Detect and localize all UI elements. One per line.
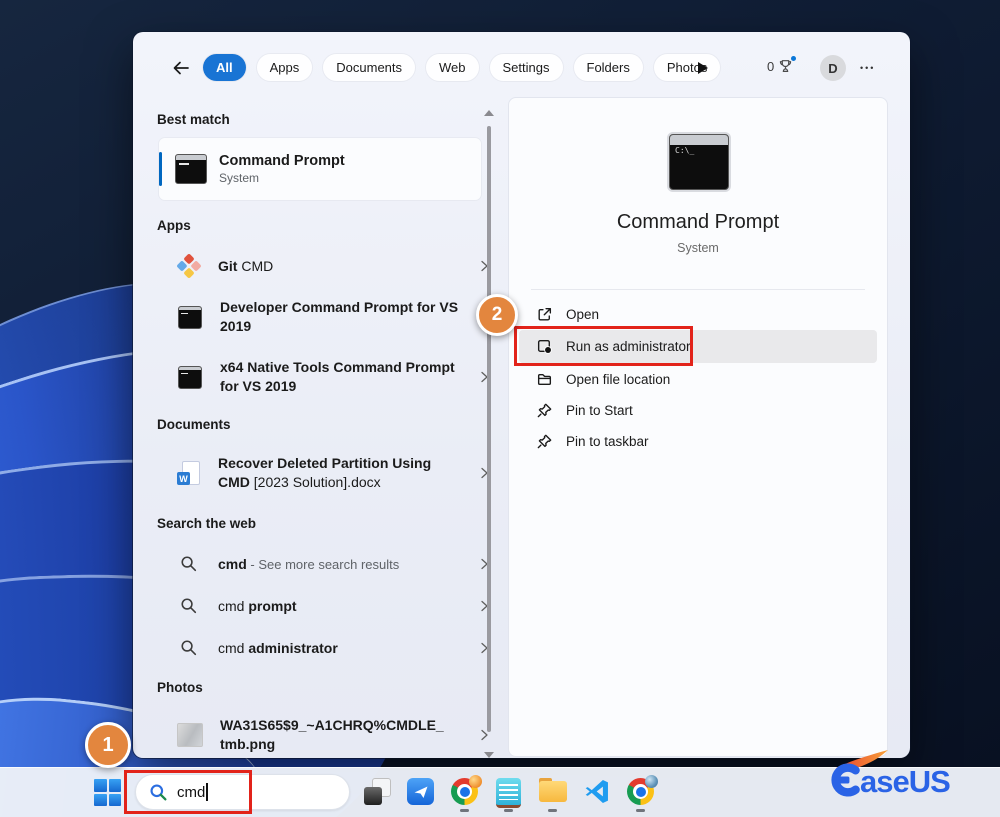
annotation-step-1: 1 — [85, 722, 131, 768]
more-options-icon[interactable]: ••• — [860, 56, 875, 80]
more-tabs-arrow-icon[interactable] — [698, 62, 708, 74]
scrollbar-down-arrow[interactable] — [484, 752, 494, 758]
tab-folders[interactable]: Folders — [573, 54, 643, 81]
git-icon — [176, 253, 202, 279]
easeus-c-mark — [831, 763, 860, 797]
pin-icon — [537, 403, 552, 418]
search-icon — [181, 640, 197, 656]
annotation-box-search-field — [124, 770, 252, 814]
result-title: Git — [218, 257, 238, 274]
section-header-best-match: Best match — [157, 112, 230, 127]
notification-dot — [791, 56, 797, 61]
result-web-cmd-administrator[interactable]: cmd administrator — [159, 630, 488, 666]
result-title-rest: [2023 Solution].docx — [249, 474, 381, 490]
taskbar-app-file-explorer[interactable] — [539, 778, 567, 812]
action-label: Pin to taskbar — [566, 434, 649, 449]
section-header-documents: Documents — [157, 417, 231, 432]
divider — [531, 289, 865, 290]
annotation-step-2: 2 — [476, 294, 518, 336]
taskbar-app-chrome-profile1[interactable] — [451, 775, 482, 812]
result-title: Command Prompt — [219, 153, 345, 169]
results-scrollbar[interactable] — [484, 108, 494, 760]
profile-badge — [645, 775, 658, 788]
easeus-wordmark: aseUS — [860, 764, 951, 799]
command-prompt-icon — [175, 154, 207, 184]
pin-icon — [537, 434, 552, 449]
search-filter-tabs: All Apps Documents Web Settings Folders … — [203, 54, 721, 81]
action-label: Open — [566, 307, 600, 322]
desktop: All Apps Documents Web Settings Folders … — [0, 0, 1000, 817]
result-title: tmb.png — [220, 736, 276, 752]
rewards-count: 0 — [767, 59, 775, 74]
result-recover-docx[interactable]: W Recover Deleted Partition Using CMD [2… — [159, 444, 488, 502]
action-label: Open file location — [566, 372, 671, 387]
section-header-apps: Apps — [157, 218, 191, 233]
start-button[interactable] — [94, 779, 121, 806]
search-icon — [181, 556, 197, 572]
result-title: x64 Native Tools Command Prompt for VS 2… — [220, 359, 455, 394]
windows-search-flyout: All Apps Documents Web Settings Folders … — [133, 32, 910, 758]
tab-apps[interactable]: Apps — [256, 54, 313, 81]
preview-app-type: System — [677, 241, 719, 255]
back-arrow-icon[interactable] — [169, 56, 193, 80]
preview-app-name: Command Prompt — [616, 211, 780, 233]
query-hint: - See more search results — [246, 556, 400, 572]
taskbar-app-vscode[interactable] — [584, 778, 612, 806]
result-best-match-command-prompt[interactable]: Command Prompt System — [159, 138, 481, 200]
user-avatar[interactable]: D — [820, 55, 846, 81]
result-web-cmd[interactable]: cmd - See more search results — [159, 546, 488, 582]
word-document-icon: W — [177, 461, 201, 485]
action-pin-to-taskbar[interactable]: Pin to taskbar — [519, 426, 877, 457]
action-open-file-location[interactable]: Open file location — [519, 364, 877, 395]
section-header-photos: Photos — [157, 680, 203, 695]
query-text: cmd — [218, 555, 247, 572]
command-prompt-icon — [178, 305, 202, 329]
query-text: administrator — [248, 639, 338, 656]
running-indicator — [460, 809, 469, 812]
result-git-cmd[interactable]: Git CMD — [159, 248, 488, 284]
running-indicator — [636, 809, 645, 812]
result-web-cmd-prompt[interactable]: cmd prompt — [159, 588, 488, 624]
result-title-rest: CMD — [237, 257, 274, 274]
open-external-icon — [538, 307, 552, 321]
photo-thumbnail — [177, 723, 203, 747]
command-prompt-icon — [178, 365, 202, 389]
taskbar-app-notepad[interactable] — [496, 778, 524, 812]
query-text: prompt — [248, 597, 297, 614]
folder-icon — [537, 374, 552, 385]
taskbar-app-chrome-profile2[interactable] — [627, 775, 658, 812]
result-subtitle: System — [219, 171, 260, 185]
section-header-search-the-web: Search the web — [157, 516, 257, 531]
result-title: WA31S65$9_~A1CHRQ%CMDLE_ — [220, 717, 444, 733]
result-x64-native-tools[interactable]: x64 Native Tools Command Prompt for VS 2… — [159, 350, 488, 404]
result-title: Developer Command Prompt for VS 2019 — [220, 299, 459, 334]
tab-documents[interactable]: Documents — [323, 54, 416, 81]
taskbar-app-mail-icon[interactable] — [407, 778, 434, 805]
task-view-button[interactable] — [363, 778, 391, 806]
tab-all[interactable]: All — [203, 54, 246, 81]
annotation-box-run-as-administrator — [514, 326, 693, 366]
running-indicator — [504, 809, 513, 812]
action-pin-to-start[interactable]: Pin to Start — [519, 395, 877, 426]
easeus-logo: aseUS — [828, 750, 993, 812]
profile-badge — [469, 775, 482, 788]
result-developer-command-prompt[interactable]: Developer Command Prompt for VS 2019 — [159, 290, 488, 344]
tab-photos[interactable]: Photos — [653, 54, 721, 81]
command-prompt-icon-large: C:\_ — [669, 134, 729, 190]
running-indicator — [548, 809, 557, 812]
tab-web[interactable]: Web — [426, 54, 479, 81]
search-icon — [181, 598, 197, 614]
selection-accent-bar — [159, 152, 162, 186]
rewards-indicator[interactable]: 0 — [767, 56, 797, 75]
result-photo-png[interactable]: WA31S65$9_~A1CHRQ%CMDLE_ tmb.png — [159, 708, 488, 762]
tab-settings[interactable]: Settings — [489, 54, 563, 81]
preview-panel: C:\_ Command Prompt System Open Run as a… — [508, 97, 888, 757]
scrollbar-up-arrow[interactable] — [484, 110, 494, 116]
scrollbar-thumb[interactable] — [487, 126, 491, 732]
action-label: Pin to Start — [566, 403, 633, 418]
